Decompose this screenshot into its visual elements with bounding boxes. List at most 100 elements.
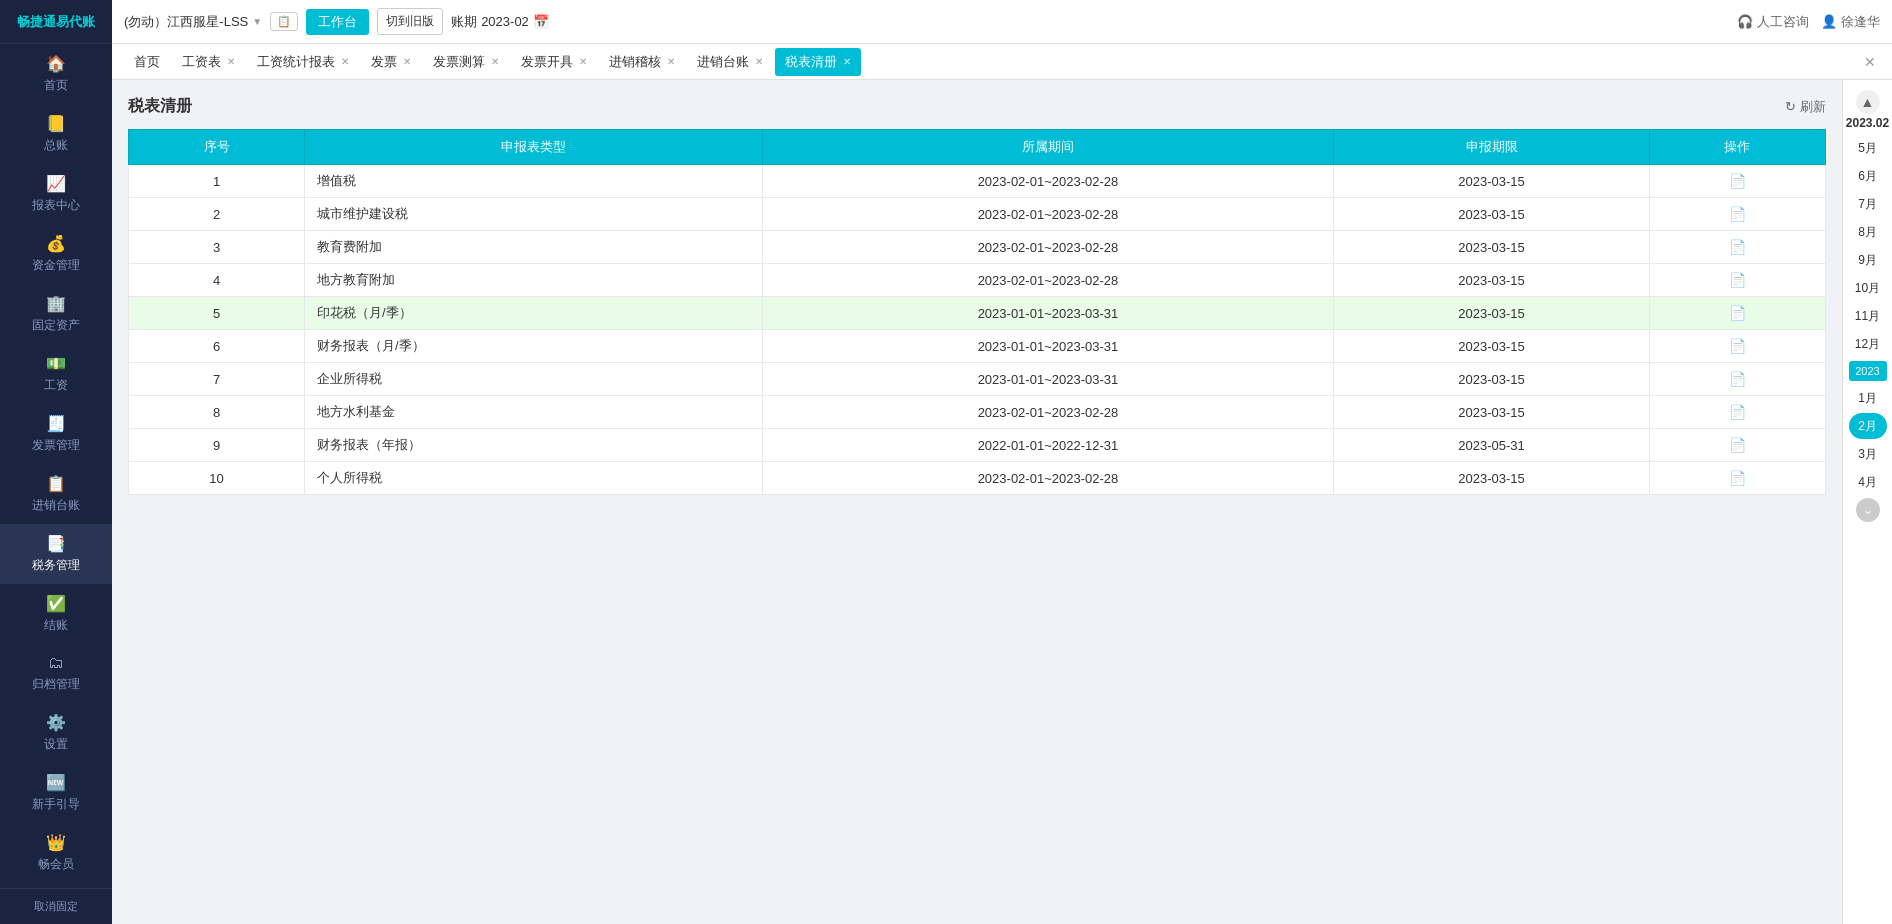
tab-sales-account-close[interactable]: ✕ (755, 56, 763, 67)
month-8[interactable]: 8月 (1849, 219, 1887, 245)
tab-salary-stats[interactable]: 工资统计报表 ✕ (247, 48, 359, 76)
cell-action: 📄 (1649, 165, 1825, 198)
tab-invoice-calc[interactable]: 发票测算 ✕ (423, 48, 509, 76)
cell-period: 2023-01-01~2023-03-31 (762, 297, 1333, 330)
sidebar-item-salary[interactable]: 💵 工资 (0, 344, 112, 404)
headset-icon: 🎧 (1737, 14, 1753, 29)
calendar-icon[interactable]: 📅 (533, 14, 549, 29)
tab-home[interactable]: 首页 (124, 48, 170, 76)
month-2[interactable]: 2月 (1849, 413, 1887, 439)
sidebar-item-invoice-mgmt[interactable]: 🧾 发票管理 (0, 404, 112, 464)
col-no: 序号 (129, 130, 305, 165)
cell-type: 企业所得税 (305, 363, 763, 396)
month-6[interactable]: 6月 (1849, 163, 1887, 189)
sidebar-item-member[interactable]: 👑 畅会员 (0, 823, 112, 883)
sidebar-unpin[interactable]: 取消固定 (0, 888, 112, 924)
cell-action: 📄 (1649, 231, 1825, 264)
panel-nav-up[interactable]: ▲ (1856, 90, 1880, 114)
guide-icon: 🆕 (46, 773, 66, 792)
view-action-icon[interactable]: 📄 (1729, 272, 1746, 288)
month-7[interactable]: 7月 (1849, 191, 1887, 217)
tab-invoice-issue[interactable]: 发票开具 ✕ (511, 48, 597, 76)
tab-tax-register[interactable]: 税表清册 ✕ (775, 48, 861, 76)
view-action-icon[interactable]: 📄 (1729, 371, 1746, 387)
month-3[interactable]: 3月 (1849, 441, 1887, 467)
sidebar-item-fixed-assets[interactable]: 🏢 固定资产 (0, 284, 112, 344)
month-11[interactable]: 11月 (1849, 303, 1887, 329)
tabs-close-btn[interactable]: ✕ (1864, 54, 1876, 70)
view-action-icon[interactable]: 📄 (1729, 173, 1746, 189)
cell-deadline: 2023-03-15 (1334, 165, 1650, 198)
member-icon: 👑 (46, 833, 66, 852)
view-action-icon[interactable]: 📄 (1729, 470, 1746, 486)
cell-period: 2023-02-01~2023-02-28 (762, 462, 1333, 495)
sidebar: 畅捷通易代账 🏠 首页 📒 总账 📈 报表中心 💰 资金管理 🏢 固定资产 💵 … (0, 0, 112, 924)
refresh-button[interactable]: ↻ 刷新 (1785, 98, 1826, 116)
cell-action: 📄 (1649, 297, 1825, 330)
tab-salary-table-close[interactable]: ✕ (227, 56, 235, 67)
sidebar-item-label: 税务管理 (32, 557, 80, 574)
refresh-label: 刷新 (1800, 98, 1826, 116)
month-12[interactable]: 12月 (1849, 331, 1887, 357)
view-action-icon[interactable]: 📄 (1729, 437, 1746, 453)
tab-sales-audit[interactable]: 进销稽核 ✕ (599, 48, 685, 76)
tab-sales-audit-close[interactable]: ✕ (667, 56, 675, 67)
view-action-icon[interactable]: 📄 (1729, 338, 1746, 354)
sidebar-item-label: 结账 (44, 617, 68, 634)
sidebar-item-label: 报表中心 (32, 197, 80, 214)
checkout-icon: ✅ (46, 594, 66, 613)
ai-service-btn[interactable]: 🎧 人工咨询 (1737, 13, 1809, 31)
username-label: 徐逢华 (1841, 13, 1880, 31)
user-menu[interactable]: 👤 徐逢华 (1821, 13, 1880, 31)
view-action-icon[interactable]: 📄 (1729, 305, 1746, 321)
copy-button[interactable]: 📋 (270, 12, 298, 31)
refresh-icon: ↻ (1785, 99, 1796, 114)
funds-icon: 💰 (46, 234, 66, 253)
sidebar-item-home[interactable]: 🏠 首页 (0, 44, 112, 104)
ledger-icon: 📒 (46, 114, 66, 133)
table-row: 5 印花税（月/季） 2023-01-01~2023-03-31 2023-03… (129, 297, 1826, 330)
sidebar-item-archive[interactable]: 🗂 归档管理 (0, 644, 112, 703)
view-action-icon[interactable]: 📄 (1729, 404, 1746, 420)
sidebar-item-funds[interactable]: 💰 资金管理 (0, 224, 112, 284)
switch-version-button[interactable]: 切到旧版 (377, 8, 443, 35)
month-1[interactable]: 1月 (1849, 385, 1887, 411)
tab-invoice-calc-close[interactable]: ✕ (491, 56, 499, 67)
tab-invoice-close[interactable]: ✕ (403, 56, 411, 67)
month-10[interactable]: 10月 (1849, 275, 1887, 301)
view-action-icon[interactable]: 📄 (1729, 239, 1746, 255)
sidebar-item-guide[interactable]: 🆕 新手引导 (0, 763, 112, 823)
sidebar-item-sales-ledger[interactable]: 📋 进销台账 (0, 464, 112, 524)
cell-type: 增值税 (305, 165, 763, 198)
sidebar-item-label: 归档管理 (32, 676, 80, 693)
cell-deadline: 2023-03-15 (1334, 297, 1650, 330)
tab-sales-account[interactable]: 进销台账 ✕ (687, 48, 773, 76)
page-area: 税表清册 ↻ 刷新 序号 申报表类型 所属期间 申报期限 操作 (112, 80, 1842, 924)
sidebar-item-tax-mgmt[interactable]: 📑 税务管理 (0, 524, 112, 584)
sidebar-item-label: 新手引导 (32, 796, 80, 813)
cell-deadline: 2023-03-15 (1334, 462, 1650, 495)
workbench-button[interactable]: 工作台 (306, 9, 369, 35)
panel-collapse-btn[interactable]: ⌄ (1856, 498, 1880, 522)
tab-salary-stats-close[interactable]: ✕ (341, 56, 349, 67)
sidebar-item-label: 总账 (44, 137, 68, 154)
sidebar-item-checkout[interactable]: ✅ 结账 (0, 584, 112, 644)
cell-no: 2 (129, 198, 305, 231)
table-row: 10 个人所得税 2023-02-01~2023-02-28 2023-03-1… (129, 462, 1826, 495)
cell-period: 2023-02-01~2023-02-28 (762, 165, 1333, 198)
view-action-icon[interactable]: 📄 (1729, 206, 1746, 222)
company-selector[interactable]: (勿动）江西服星-LSS ▼ (124, 13, 262, 31)
sidebar-item-settings[interactable]: ⚙️ 设置 (0, 703, 112, 763)
tab-invoice-calc-label: 发票测算 (433, 53, 485, 71)
tab-invoice-issue-close[interactable]: ✕ (579, 56, 587, 67)
sidebar-item-ledger[interactable]: 📒 总账 (0, 104, 112, 164)
month-5[interactable]: 5月 (1849, 135, 1887, 161)
tab-salary-table[interactable]: 工资表 ✕ (172, 48, 245, 76)
month-9[interactable]: 9月 (1849, 247, 1887, 273)
tab-tax-register-close[interactable]: ✕ (843, 56, 851, 67)
sidebar-item-reports[interactable]: 📈 报表中心 (0, 164, 112, 224)
tabs-bar: 首页 工资表 ✕ 工资统计报表 ✕ 发票 ✕ 发票测算 ✕ 发票开具 ✕ 进销稽… (112, 44, 1892, 80)
month-4[interactable]: 4月 (1849, 469, 1887, 495)
cell-no: 6 (129, 330, 305, 363)
tab-invoice[interactable]: 发票 ✕ (361, 48, 421, 76)
